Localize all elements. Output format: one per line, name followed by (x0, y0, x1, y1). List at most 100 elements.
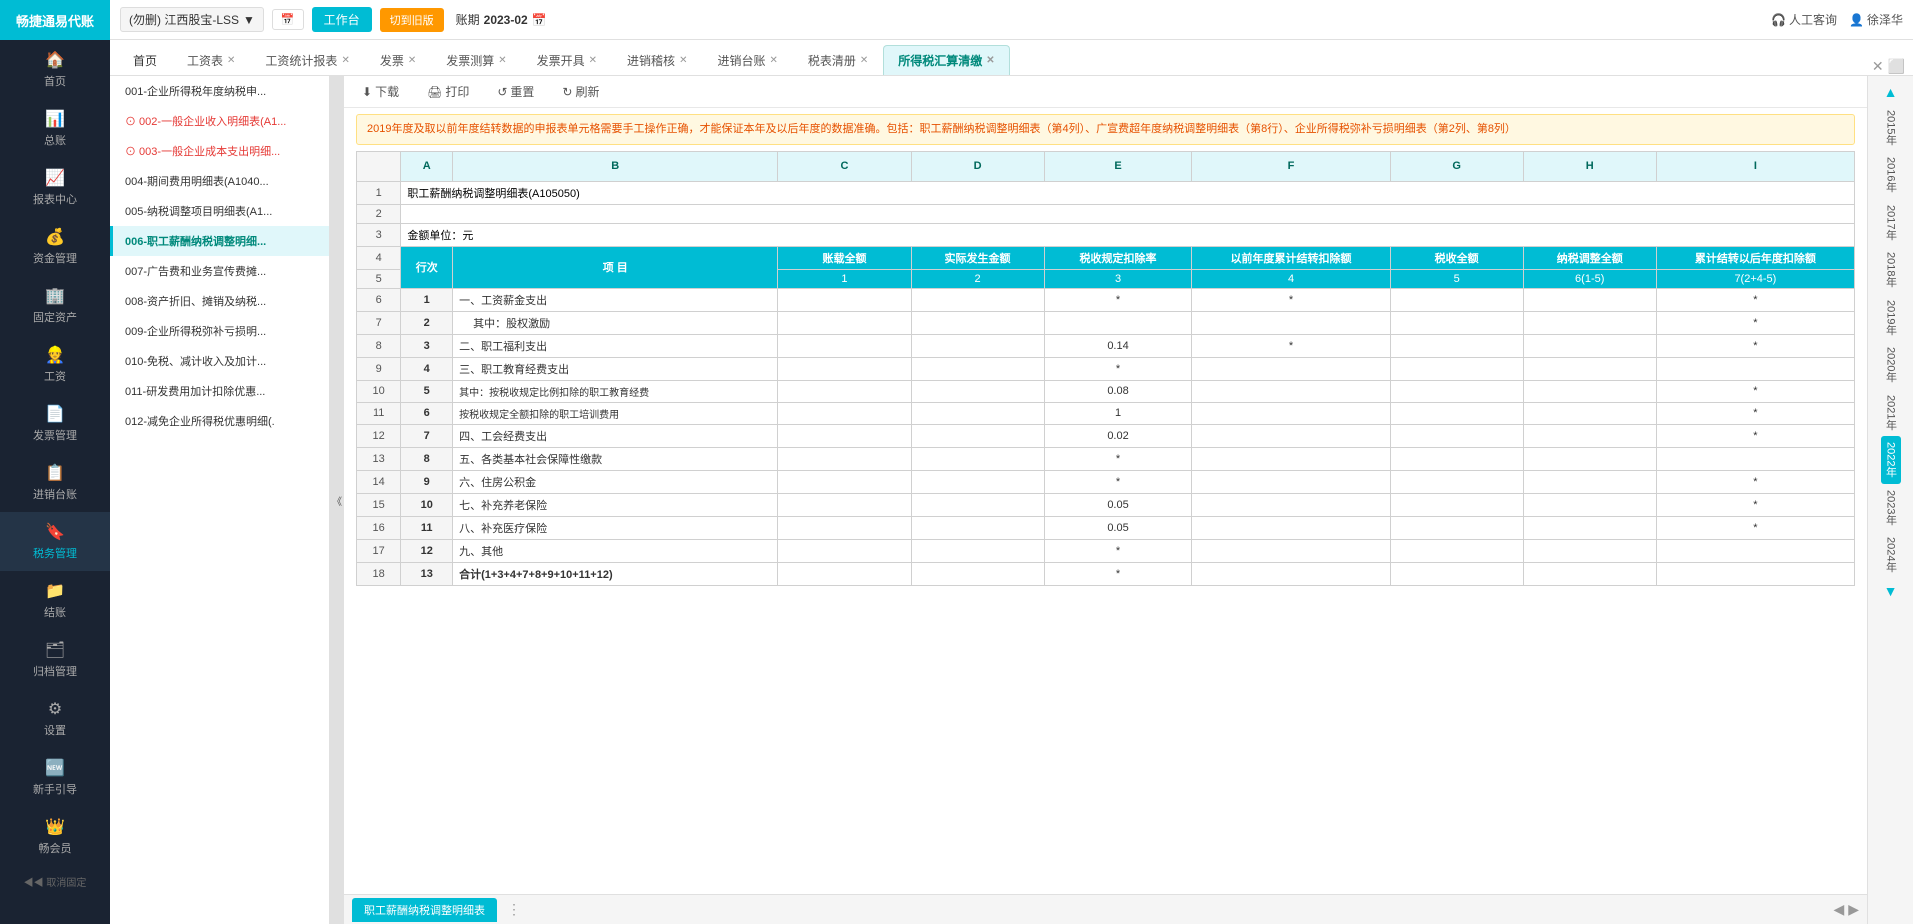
tab-income-tax[interactable]: 所得税汇算清缴 ✕ (883, 45, 1009, 75)
calendar-button[interactable]: 📅 (272, 9, 304, 30)
year-2018[interactable]: 2018年 (1881, 246, 1901, 293)
period-display: 账期 2023-02 📅 (456, 11, 547, 28)
sidebar-item-guide[interactable]: 🆕 新手引导 (0, 748, 110, 807)
year-2020[interactable]: 2020年 (1881, 341, 1901, 388)
collapse-panel-btn[interactable]: 《 (330, 76, 344, 924)
left-item-006[interactable]: 006-职工薪酬纳税调整明细... (110, 226, 329, 256)
row-3: 3 金额单位：元 (357, 223, 1855, 246)
tab-salary-report[interactable]: 工资统计报表 ✕ (250, 45, 364, 75)
scroll-left-btn[interactable]: ◀ (1833, 901, 1844, 918)
sidebar-item-archive[interactable]: 🗂 归档管理 (0, 630, 110, 689)
spreadsheet-table: A B C D E F G H I (356, 151, 1855, 586)
sidebar-item-ledger[interactable]: 📊 总账 (0, 99, 110, 158)
left-item-005[interactable]: 005-纳税调整项目明细表(A1... (110, 196, 329, 226)
close-tab-invoice-calc[interactable]: ✕ (498, 55, 506, 66)
left-item-003[interactable]: ⊙ 003-一般企业成本支出明细... (110, 136, 329, 166)
close-tab-sales-check[interactable]: ✕ (679, 55, 687, 66)
scroll-right-btn[interactable]: ▶ (1848, 901, 1859, 918)
left-item-002[interactable]: ⊙ 002-一般企业收入明细表(A1... (110, 106, 329, 136)
sub-num-5: 5 (1390, 269, 1523, 288)
company-selector[interactable]: (勿删) 江西股宝-LSS ▼ (120, 7, 264, 32)
year-up-btn[interactable]: ▲ (1880, 80, 1902, 104)
left-item-007[interactable]: 007-广告费和业务宣传费摊... (110, 256, 329, 286)
close-tab-salary[interactable]: ✕ (227, 55, 235, 66)
year-2017[interactable]: 2017年 (1881, 199, 1901, 246)
sidebar: 畅捷通易代账 🏠 首页 📊 总账 📈 报表中心 💰 资金管理 🏢 固定资产 👷 … (0, 0, 110, 924)
cancel-fixed[interactable]: ◀◀ 取消固定 (0, 866, 110, 897)
header-col2: 实际发生金额 (911, 246, 1044, 269)
left-item-004[interactable]: 004-期间费用明细表(A1040... (110, 166, 329, 196)
assets-icon: 🏢 (45, 286, 65, 306)
company-name: (勿删) 江西股宝-LSS (129, 11, 239, 28)
left-item-001[interactable]: 001-企业所得税年度纳税申... (110, 76, 329, 106)
tab-home[interactable]: 首页 (118, 45, 172, 75)
close-tab-salary-report[interactable]: ✕ (341, 55, 349, 66)
support-button[interactable]: 🎧 人工客询 (1771, 11, 1837, 28)
left-item-008[interactable]: 008-资产折旧、摊销及纳税... (110, 286, 329, 316)
close-tab-sales-ledger[interactable]: ✕ (769, 55, 777, 66)
data-row-16: 16 11 八、补充医疗保险 0.05 * (357, 516, 1855, 539)
content-area: 001-企业所得税年度纳税申... ⊙ 002-一般企业收入明细表(A1... … (110, 76, 1913, 924)
sidebar-item-tax[interactable]: 🔖 税务管理 (0, 512, 110, 571)
year-2022[interactable]: 2022年 (1881, 436, 1901, 483)
close-tab-income-tax[interactable]: ✕ (986, 55, 994, 66)
tab-tax-list[interactable]: 税表清册 ✕ (793, 45, 883, 75)
sidebar-item-reports[interactable]: 📈 报表中心 (0, 158, 110, 217)
year-2016[interactable]: 2016年 (1881, 151, 1901, 198)
calendar-icon: 📅 (532, 13, 547, 27)
spreadsheet-container[interactable]: A B C D E F G H I (344, 151, 1867, 895)
guide-icon: 🆕 (45, 758, 65, 778)
sheet-menu-btn[interactable]: ⋮ (507, 901, 521, 918)
close-all-tabs[interactable]: ✕ (1872, 58, 1884, 75)
sidebar-item-salary[interactable]: 👷 工资 (0, 335, 110, 394)
col-letter-empty (357, 151, 401, 181)
left-item-010[interactable]: 010-免税、减计收入及加计... (110, 346, 329, 376)
tab-invoice-open[interactable]: 发票开具 ✕ (522, 45, 612, 75)
dropdown-icon: ▼ (243, 13, 255, 27)
reset-button[interactable]: ↺ 重置 (491, 80, 540, 103)
data-row-11: 11 6 按税收规定全额扣除的职工培训费用 1 * (357, 402, 1855, 424)
sidebar-item-home[interactable]: 🏠 首页 (0, 40, 110, 99)
print-button[interactable]: 🖨 打印 (421, 80, 475, 103)
workbench-button[interactable]: 工作台 (312, 7, 372, 32)
sidebar-item-vip[interactable]: 👑 畅会员 (0, 807, 110, 866)
year-2021[interactable]: 2021年 (1881, 389, 1901, 436)
year-2019[interactable]: 2019年 (1881, 294, 1901, 341)
unit-label: 金额单位：元 (401, 223, 1855, 246)
sidebar-item-closing[interactable]: 📁 结账 (0, 571, 110, 630)
left-item-011[interactable]: 011-研发费用加计扣除优惠... (110, 376, 329, 406)
tab-invoice-calc[interactable]: 发票测算 ✕ (431, 45, 521, 75)
left-item-012[interactable]: 012-减免企业所得税优惠明细(. (110, 406, 329, 436)
header-col7: 累计结转以后年度扣除额 (1656, 246, 1854, 269)
tab-sales-ledger[interactable]: 进销台账 ✕ (702, 45, 792, 75)
sidebar-item-settings[interactable]: ⚙ 设置 (0, 689, 110, 748)
refresh-button[interactable]: ↻ 刷新 (556, 80, 605, 103)
sidebar-item-assets[interactable]: 🏢 固定资产 (0, 276, 110, 335)
download-button[interactable]: ⬇ 下载 (356, 80, 405, 103)
sidebar-item-invoice[interactable]: 📄 发票管理 (0, 394, 110, 453)
bottom-sheet-tab[interactable]: 职工薪酬纳税调整明细表 (352, 898, 497, 922)
year-2023[interactable]: 2023年 (1881, 484, 1901, 531)
reset-icon: ↺ (497, 85, 507, 99)
main-area: (勿删) 江西股宝-LSS ▼ 📅 工作台 切到旧版 账期 2023-02 📅 … (110, 0, 1913, 924)
left-item-009[interactable]: 009-企业所得税弥补亏损明... (110, 316, 329, 346)
refresh-icon: ↻ (562, 85, 572, 99)
tab-salary[interactable]: 工资表 ✕ (172, 45, 250, 75)
sidebar-item-finance[interactable]: 💰 资金管理 (0, 217, 110, 276)
tab-sales-check[interactable]: 进销稽核 ✕ (612, 45, 702, 75)
close-tab-tax-list[interactable]: ✕ (860, 55, 868, 66)
year-2015[interactable]: 2015年 (1881, 104, 1901, 151)
row-2: 2 (357, 204, 1855, 223)
close-tab-invoice-open[interactable]: ✕ (589, 55, 597, 66)
tab-invoice[interactable]: 发票 ✕ (365, 45, 431, 75)
expand-tabs[interactable]: ⬜ (1888, 58, 1905, 75)
header-row-4: 4 行次 项 目 账载全额 实际发生金额 税收规定扣除率 以前年度累计结转扣除额… (357, 246, 1855, 269)
year-down-btn[interactable]: ▼ (1880, 579, 1902, 603)
settings-icon: ⚙ (48, 699, 62, 719)
year-2024[interactable]: 2024年 (1881, 531, 1901, 578)
sidebar-item-sales[interactable]: 📋 进销台账 (0, 453, 110, 512)
user-menu[interactable]: 👤 徐泽华 (1849, 11, 1903, 28)
sub-num-1: 1 (778, 269, 911, 288)
close-tab-invoice[interactable]: ✕ (408, 55, 416, 66)
switch-button[interactable]: 切到旧版 (380, 8, 444, 32)
